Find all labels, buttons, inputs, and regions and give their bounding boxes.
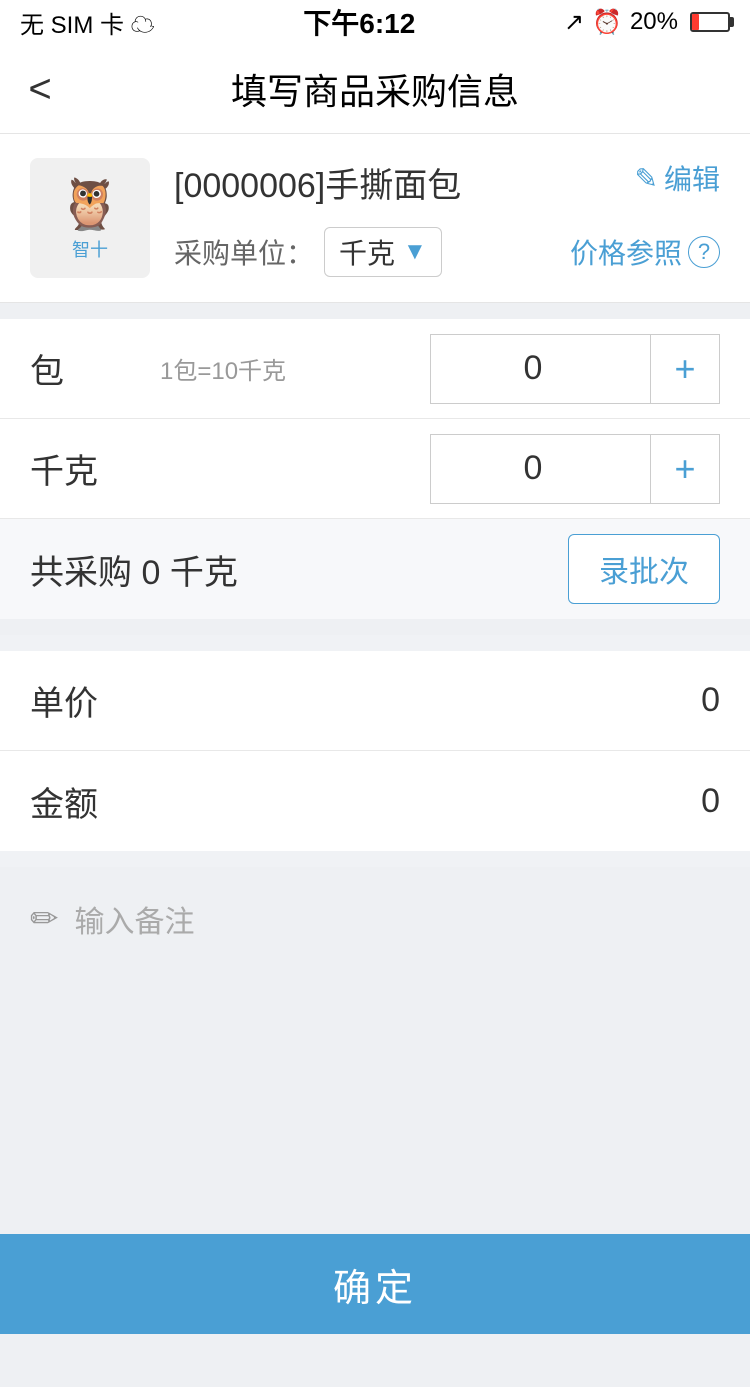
status-time: 下午6:12 (303, 2, 415, 42)
kg-input-group: + (430, 434, 720, 504)
kg-plus-icon: + (674, 448, 695, 490)
amount-value: 0 (701, 782, 720, 821)
pencil-icon: ✏ (30, 899, 59, 939)
product-card: 🦉 智十 [0000006]手撕面包 ✎ 编辑 采购单位： 千克 ▼ 价格参照 (0, 134, 750, 303)
price-ref-label: 价格参照 (570, 232, 682, 272)
price-ref-button[interactable]: 价格参照 ? (570, 232, 720, 272)
amount-row: 金额 0 (0, 751, 750, 851)
unit-dropdown-icon: ▼ (403, 238, 427, 266)
unit-price-value: 0 (701, 681, 720, 720)
product-info: [0000006]手撕面包 ✎ 编辑 采购单位： 千克 ▼ 价格参照 ? (174, 158, 720, 277)
kg-input[interactable] (430, 434, 650, 504)
kg-label: 千克 (30, 444, 150, 493)
back-arrow-icon: < (28, 69, 51, 109)
status-left: 无 SIM 卡 ☁ (20, 5, 155, 40)
location-icon: ↗ (564, 8, 584, 37)
page-title: 填写商品采购信息 (231, 63, 519, 115)
battery-text: 20% (630, 8, 678, 36)
kg-plus-button[interactable]: + (650, 434, 720, 504)
bao-hint: 1包=10千克 (160, 351, 286, 386)
notes-placeholder: 输入备注 (75, 897, 195, 941)
price-section: 单价 0 金额 0 (0, 651, 750, 851)
bao-plus-button[interactable]: + (650, 334, 720, 404)
nav-bar: < 填写商品采购信息 (0, 44, 750, 134)
unit-value: 千克 (339, 232, 395, 272)
bao-input-group: + (430, 334, 720, 404)
notes-section[interactable]: ✏ 输入备注 (0, 867, 750, 1027)
record-batch-button[interactable]: 录批次 (568, 534, 720, 604)
bao-plus-icon: + (674, 348, 695, 390)
bao-row: 包 1包=10千克 + (0, 319, 750, 419)
price-ref-help-icon: ? (688, 236, 720, 268)
quantity-section: 包 1包=10千克 + 千克 + 共采购 0 千克 录批次 (0, 319, 750, 619)
product-image: 🦉 智十 (30, 158, 150, 278)
separator-1 (0, 303, 750, 319)
product-logo-icon: 🦉 (59, 175, 121, 234)
product-org-name: 智十 (72, 236, 108, 262)
kg-row: 千克 + (0, 419, 750, 519)
alarm-icon: ⏰ (592, 8, 622, 37)
bao-input[interactable] (430, 334, 650, 404)
amount-label: 金额 (30, 777, 98, 826)
edit-label: 编辑 (664, 158, 720, 198)
summary-row: 共采购 0 千克 录批次 (0, 519, 750, 619)
unit-label: 采购单位： (174, 232, 314, 272)
unit-price-row: 单价 0 (0, 651, 750, 751)
separator-2 (0, 619, 750, 635)
sim-status: 无 SIM 卡 ☁ (20, 5, 155, 40)
edit-icon: ✎ (635, 162, 658, 195)
battery-icon (690, 12, 730, 32)
edit-button[interactable]: ✎ 编辑 (635, 158, 720, 198)
bao-label: 包 (30, 344, 150, 393)
back-button[interactable]: < (0, 44, 80, 134)
summary-text: 共采购 0 千克 (30, 545, 238, 594)
status-bar: 无 SIM 卡 ☁ 下午6:12 ↗ ⏰ 20% (0, 0, 750, 44)
unit-selector[interactable]: 千克 ▼ (324, 227, 442, 277)
product-name: [0000006]手撕面包 (174, 158, 461, 207)
status-right: ↗ ⏰ 20% (564, 8, 730, 37)
confirm-button[interactable]: 确定 (0, 1234, 750, 1334)
unit-price-label: 单价 (30, 676, 98, 725)
